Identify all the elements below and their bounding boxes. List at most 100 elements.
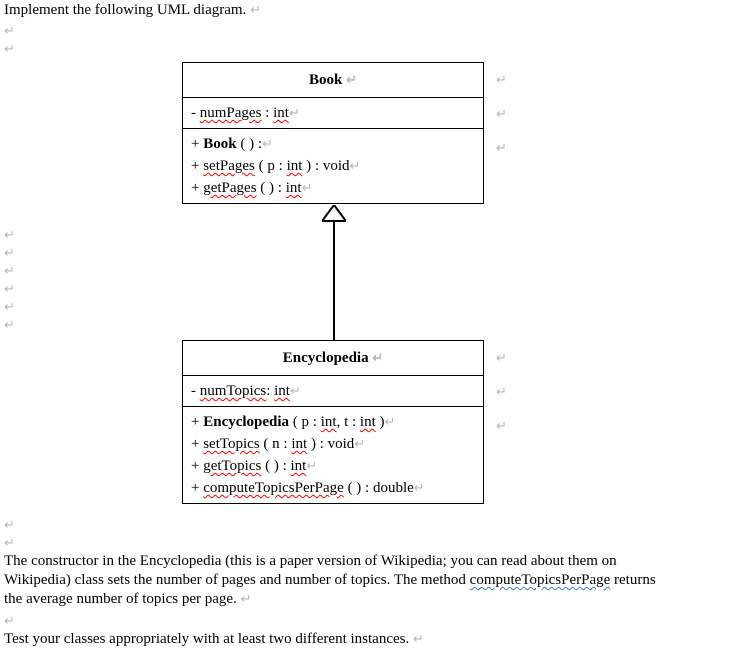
paragraph-mark-icon: ↵ <box>4 612 15 630</box>
op-prefix: + <box>191 480 203 496</box>
op-name: setTopics <box>203 436 259 452</box>
attr-sep: : <box>261 105 273 121</box>
explain-text-a: The constructor in the Encyclopedia (thi… <box>4 553 617 569</box>
paragraph-mark-icon: ↵ <box>250 2 261 17</box>
uml-encyc-attributes: - numTopics: int↵ <box>183 376 483 407</box>
explanation-paragraph: The constructor in the Encyclopedia (thi… <box>4 552 728 609</box>
op-arg1: int <box>321 414 337 430</box>
encyc-op-settopics: + setTopics ( n : int ) : void↵ <box>191 433 475 455</box>
op-sig2: ) : void <box>307 436 354 452</box>
paragraph-mark-icon: ↵ <box>241 591 252 606</box>
encyc-op-compute: + computeTopicsPerPage ( ) : double↵ <box>191 477 475 499</box>
book-op-getpages: + getPages ( ) : int↵ <box>191 177 475 199</box>
paragraph-mark-icon: ↵ <box>414 480 425 495</box>
op-name: computeTopicsPerPage <box>203 480 344 496</box>
paragraph-mark-icon: ↵ <box>496 72 507 88</box>
explain-text-e: the average number of topics per page. <box>4 591 237 607</box>
op-name: Encyclopedia <box>203 414 289 430</box>
op-sig: ( ) : double <box>344 480 414 496</box>
attr-prefix: - <box>191 383 200 399</box>
op-sig: ( ) : <box>261 458 290 474</box>
op-sig: ( n : <box>260 436 292 452</box>
explain-text-b: Wikipedia) class sets the number of page… <box>4 572 470 588</box>
margin-marks-top: ↵ ↵ <box>4 22 15 58</box>
paragraph-mark-icon: ↵ <box>4 22 15 40</box>
op-sig: ( ) : <box>237 136 262 152</box>
paragraph-mark-icon: ↵ <box>4 226 15 244</box>
test-text: Test your classes appropriately with at … <box>4 631 409 647</box>
paragraph-mark-icon: ↵ <box>4 244 15 262</box>
paragraph-mark-icon: ↵ <box>306 458 317 473</box>
inheritance-arrow <box>322 205 346 341</box>
uml-encyc-operations: + Encyclopedia ( p : int, t : int )↵ + s… <box>183 407 483 503</box>
paragraph-mark-icon: ↵ <box>385 414 396 429</box>
encyc-attr-numtopics: - numTopics: int↵ <box>191 380 475 402</box>
op-sig: ( p : <box>289 414 321 430</box>
book-attr-numpages: - numPages : int↵ <box>191 102 475 124</box>
instruction-line: Implement the following UML diagram. ↵ <box>4 0 734 20</box>
op-sig: ( ) : <box>257 180 286 196</box>
op-sig: ( p : <box>255 158 287 174</box>
attr-type: int <box>273 105 289 121</box>
op-name: setPages <box>203 158 255 174</box>
uml-class-book: Book ↵ - numPages : int↵ + Book ( ) :↵ +… <box>182 62 484 204</box>
paragraph-mark-icon: ↵ <box>302 180 313 195</box>
op-ret-type: int <box>291 458 307 474</box>
op-arg-type: int <box>291 436 307 452</box>
attr-prefix: - <box>191 105 200 121</box>
book-op-setpages: + setPages ( p : int ) : void↵ <box>191 155 475 177</box>
paragraph-mark-icon: ↵ <box>4 316 15 334</box>
paragraph-mark-icon: ↵ <box>4 534 15 552</box>
paragraph-mark-icon: ↵ <box>4 40 15 58</box>
paragraph-mark-icon: ↵ <box>4 262 15 280</box>
uml-book-operations: + Book ( ) :↵ + setPages ( p : int ) : v… <box>183 129 483 203</box>
instruction-text: Implement the following UML diagram. <box>4 2 246 18</box>
attr-name: numTopics <box>200 383 266 399</box>
paragraph-mark-icon: ↵ <box>4 516 15 534</box>
paragraph-mark-icon: ↵ <box>372 350 383 365</box>
paragraph-mark-icon: ↵ <box>496 350 507 366</box>
op-arg-type: int <box>287 158 303 174</box>
op-prefix: + <box>191 436 203 452</box>
paragraph-mark-icon: ↵ <box>289 105 300 120</box>
op-arg2: int <box>360 414 376 430</box>
op-prefix: + <box>191 414 203 430</box>
paragraph-mark-icon: ↵ <box>496 140 507 156</box>
attr-name: numPages <box>200 105 262 121</box>
op-close: ) <box>376 414 385 430</box>
op-prefix: + <box>191 458 203 474</box>
page-root: Implement the following UML diagram. ↵ ↵… <box>0 0 738 648</box>
uml-book-attributes: - numPages : int↵ <box>183 98 483 129</box>
margin-marks-bottom: ↵ ↵ <box>4 516 15 552</box>
paragraph-mark-icon: ↵ <box>354 436 365 451</box>
book-op-constructor: + Book ( ) :↵ <box>191 133 475 155</box>
op-prefix: + <box>191 158 203 174</box>
op-ret-type: int <box>286 180 302 196</box>
uml-class-encyclopedia: Encyclopedia ↵ - numTopics: int↵ + Encyc… <box>182 340 484 504</box>
encyc-op-gettopics: + getTopics ( ) : int↵ <box>191 455 475 477</box>
uml-title-encyclopedia: Encyclopedia ↵ <box>183 341 483 376</box>
paragraph-mark-icon: ↵ <box>413 631 424 646</box>
attr-type: int <box>274 383 290 399</box>
paragraph-mark-icon: ↵ <box>4 298 15 316</box>
paragraph-mark-icon: ↵ <box>496 384 507 400</box>
op-name: getTopics <box>203 458 261 474</box>
margin-marks-middle: ↵ ↵ ↵ ↵ ↵ ↵ <box>4 226 15 334</box>
encyc-op-constructor: + Encyclopedia ( p : int, t : int )↵ <box>191 411 475 433</box>
op-sig2: ) : void <box>302 158 349 174</box>
explain-method-name: computeTopicsPerPage <box>470 572 611 588</box>
explain-text-d: returns <box>610 572 655 588</box>
paragraph-mark-icon: ↵ <box>262 136 273 151</box>
book-title-text: Book <box>309 72 342 88</box>
paragraph-mark-icon: ↵ <box>496 418 507 434</box>
paragraph-mark-icon: ↵ <box>290 383 301 398</box>
arrow-up-icon <box>322 205 346 341</box>
test-instruction: Test your classes appropriately with at … <box>4 630 728 649</box>
paragraph-mark-icon: ↵ <box>496 106 507 122</box>
encyc-title-text: Encyclopedia <box>283 350 369 366</box>
paragraph-mark-icon: ↵ <box>346 72 357 87</box>
margin-marks-between-paras: ↵ <box>4 612 15 630</box>
op-prefix: + <box>191 180 203 196</box>
paragraph-mark-icon: ↵ <box>350 158 361 173</box>
op-comma: , t : <box>337 414 360 430</box>
